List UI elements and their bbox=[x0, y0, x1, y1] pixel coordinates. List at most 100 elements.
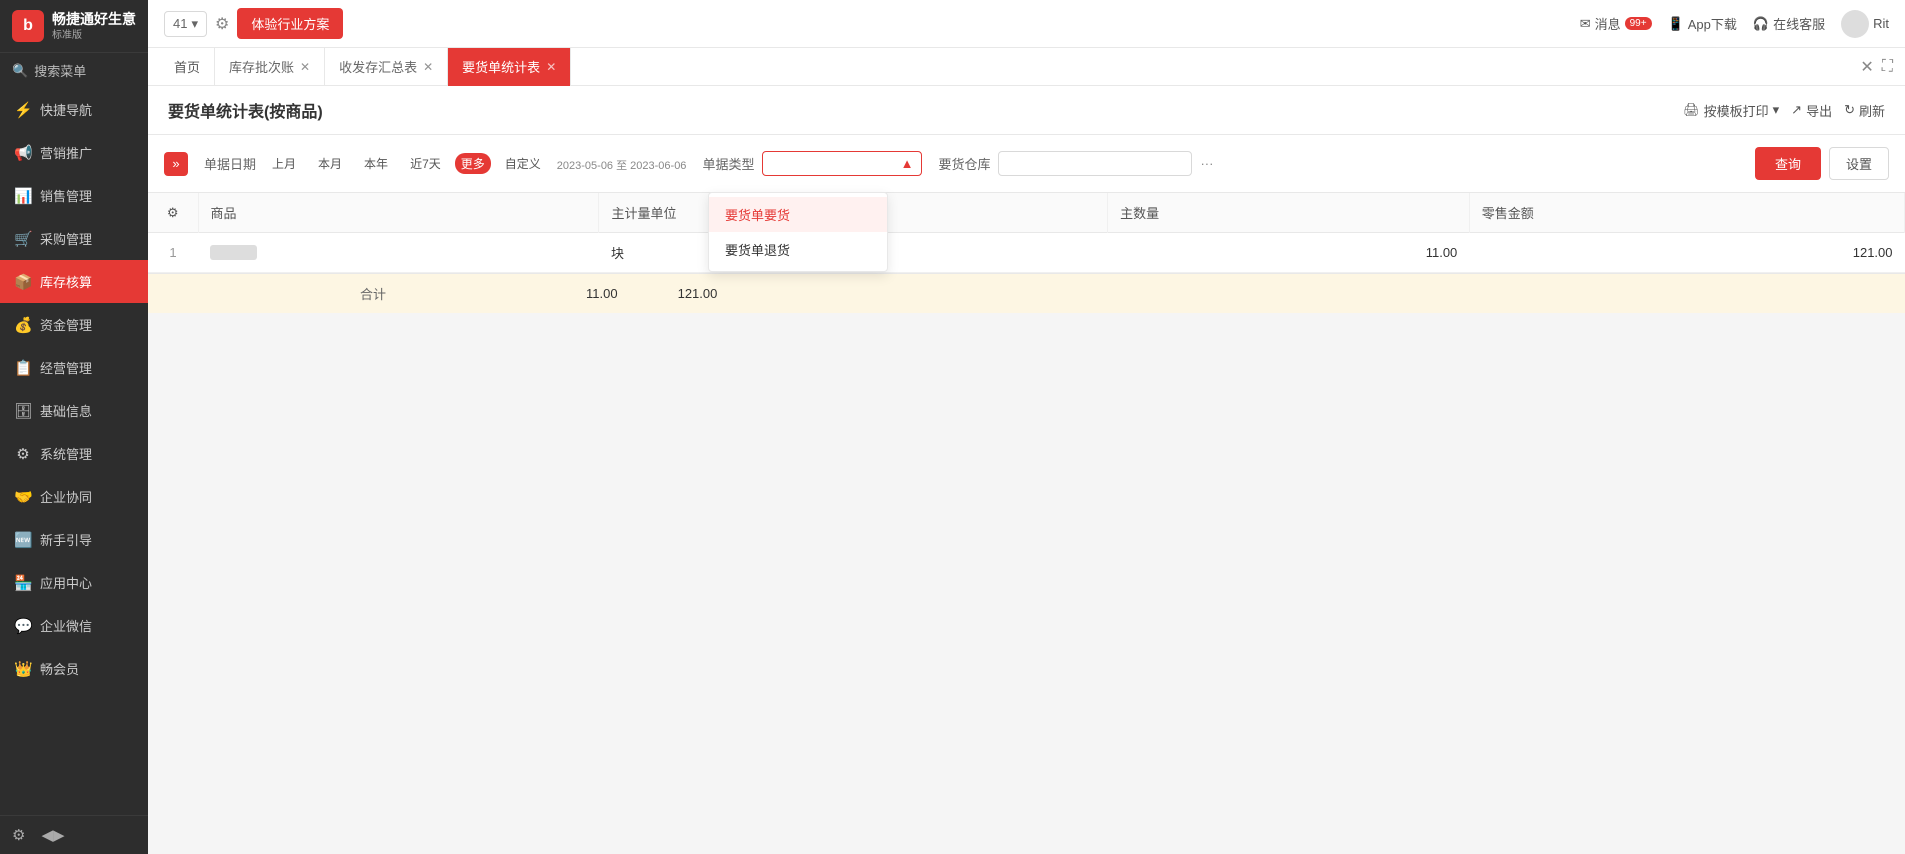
member-icon: 👑 bbox=[14, 660, 32, 678]
tabs-bar: 首页 库存批次账 ✕ 收发存汇总表 ✕ 要货单统计表 ✕ ✕ ⛶ bbox=[148, 48, 1905, 86]
sidebar: b 畅捷通好生意 标准版 🔍 搜索菜单 ⚡ 快捷导航 📢 营销推广 📊 销售管理… bbox=[0, 0, 148, 854]
sidebar-item-system[interactable]: ⚙ 系统管理 bbox=[0, 432, 148, 475]
sidebar-item-basic[interactable]: 🗄 基础信息 bbox=[0, 389, 148, 432]
sidebar-item-appstore[interactable]: 🏪 应用中心 bbox=[0, 561, 148, 604]
expand-icon: » bbox=[172, 156, 179, 171]
dropdown-item-order-return[interactable]: 要货单退货 bbox=[709, 232, 887, 267]
sidebar-item-sales[interactable]: 📊 销售管理 bbox=[0, 174, 148, 217]
company-selector[interactable]: 41 ▾ bbox=[164, 11, 207, 37]
col-product: 商品 bbox=[198, 193, 599, 233]
message-icon: ✉ bbox=[1580, 16, 1591, 32]
footer-label: 合计 bbox=[360, 284, 386, 303]
cell-product bbox=[198, 233, 599, 273]
footer-qty: 11.00 bbox=[586, 286, 618, 301]
date-range-text: 2023-05-06 至 2023-06-06 bbox=[557, 157, 687, 173]
user-item[interactable]: Rit bbox=[1841, 10, 1889, 38]
tabs-right: ✕ ⛶ bbox=[1860, 57, 1893, 77]
page-title: 要货单统计表(按商品) bbox=[168, 98, 323, 122]
settings-bottom-icon[interactable]: ⚙ bbox=[12, 826, 25, 844]
refresh-btn[interactable]: ↻ 刷新 bbox=[1844, 101, 1885, 120]
filter-bar: » 单据日期 上月 本月 本年 近7天 更多 自定义 2023-05-06 至 … bbox=[148, 135, 1905, 193]
tab-expand-icon[interactable]: ⛶ bbox=[1882, 58, 1893, 76]
tab-close-icon[interactable]: ✕ bbox=[300, 60, 310, 74]
print-template-btn[interactable]: 🖨 按模板打印 ▾ bbox=[1683, 101, 1779, 120]
col-qty: 主数量 bbox=[1108, 193, 1470, 233]
tab-inventory-batch[interactable]: 库存批次账 ✕ bbox=[215, 48, 325, 86]
app-download-item[interactable]: 📱 App下载 bbox=[1668, 14, 1737, 33]
date-btn-this-month[interactable]: 本月 bbox=[310, 153, 350, 174]
export-btn[interactable]: ↗ 导出 bbox=[1791, 101, 1832, 120]
avatar bbox=[1841, 10, 1869, 38]
export-icon: ↗ bbox=[1791, 102, 1802, 118]
cell-amount: 121.00 bbox=[1469, 233, 1904, 273]
date-btn-more[interactable]: 更多 bbox=[455, 153, 491, 174]
sales-icon: 📊 bbox=[14, 187, 32, 205]
logo-main: 畅捷通好生意 bbox=[52, 10, 136, 28]
sidebar-item-inventory[interactable]: 📦 库存核算 bbox=[0, 260, 148, 303]
sidebar-item-enterprise[interactable]: 🤝 企业协同 bbox=[0, 475, 148, 518]
wechat-icon: 💬 bbox=[14, 617, 32, 635]
service-icon: 🎧 bbox=[1753, 16, 1769, 32]
operations-icon: 📋 bbox=[14, 359, 32, 377]
tab-recv-summary[interactable]: 收发存汇总表 ✕ bbox=[325, 48, 448, 86]
sidebar-item-operations[interactable]: 📋 经营管理 bbox=[0, 346, 148, 389]
date-filter-group: 单据日期 上月 本月 本年 近7天 更多 自定义 2023-05-06 至 20… bbox=[204, 153, 686, 174]
sidebar-item-label: 基础信息 bbox=[40, 401, 92, 420]
messages-badge: 99+ bbox=[1625, 17, 1652, 30]
chevron-down-icon: ▾ bbox=[191, 16, 198, 32]
online-service-item[interactable]: 🎧 在线客服 bbox=[1753, 14, 1825, 33]
search-icon: 🔍 bbox=[12, 63, 28, 79]
sidebar-item-member[interactable]: 👑 畅会员 bbox=[0, 647, 148, 690]
tab-home[interactable]: 首页 bbox=[160, 48, 215, 86]
date-btn-7days[interactable]: 近7天 bbox=[402, 153, 449, 174]
sidebar-item-label: 应用中心 bbox=[40, 573, 92, 592]
sidebar-item-label: 系统管理 bbox=[40, 444, 92, 463]
col-settings[interactable]: ⚙ bbox=[148, 193, 198, 233]
industry-btn[interactable]: 体验行业方案 bbox=[237, 8, 343, 39]
date-btn-this-year[interactable]: 本年 bbox=[356, 153, 396, 174]
sidebar-item-label: 新手引导 bbox=[40, 530, 92, 549]
tab-order-summary[interactable]: 要货单统计表 ✕ bbox=[448, 48, 571, 86]
company-value: 41 bbox=[173, 16, 187, 31]
messages-item[interactable]: ✉ 消息 99+ bbox=[1580, 14, 1652, 33]
sidebar-search[interactable]: 🔍 搜索菜单 bbox=[0, 53, 148, 88]
chevron-down-icon: ▾ bbox=[1773, 102, 1780, 118]
print-icon: 🖨 bbox=[1683, 102, 1700, 118]
tab-close-all-icon[interactable]: ✕ bbox=[1860, 57, 1873, 77]
finance-icon: 💰 bbox=[14, 316, 32, 334]
tab-label: 库存批次账 bbox=[229, 57, 294, 76]
sidebar-item-guide[interactable]: 🆕 新手引导 bbox=[0, 518, 148, 561]
logo-sub: 标准版 bbox=[52, 29, 136, 42]
collapse-icon[interactable]: ◀▶ bbox=[41, 826, 64, 844]
sidebar-logo: b 畅捷通好生意 标准版 bbox=[0, 0, 148, 53]
date-btn-last-month[interactable]: 上月 bbox=[264, 153, 304, 174]
tab-close-icon[interactable]: ✕ bbox=[546, 60, 556, 74]
sidebar-search-label: 搜索菜单 bbox=[34, 61, 86, 80]
settings-icon: ⚙ bbox=[167, 205, 179, 220]
filter-expand-btn[interactable]: » bbox=[164, 152, 188, 176]
settings-btn[interactable]: 设置 bbox=[1829, 147, 1889, 180]
export-label: 导出 bbox=[1806, 101, 1832, 120]
topbar-settings-icon[interactable]: ⚙ bbox=[215, 14, 229, 34]
sidebar-item-finance[interactable]: 💰 资金管理 bbox=[0, 303, 148, 346]
query-btn[interactable]: 查询 bbox=[1755, 147, 1821, 180]
refresh-label: 刷新 bbox=[1859, 101, 1885, 120]
filter-more-icon[interactable]: ··· bbox=[1200, 156, 1213, 171]
warehouse-filter-group: 要货仓库 ··· bbox=[938, 151, 1213, 176]
type-select[interactable]: ▲ bbox=[762, 151, 922, 176]
main-content: 41 ▾ ⚙ 体验行业方案 ✉ 消息 99+ 📱 App下载 🎧 在线客服 R bbox=[148, 0, 1905, 854]
warehouse-input[interactable] bbox=[998, 151, 1192, 176]
enterprise-icon: 🤝 bbox=[14, 488, 32, 506]
sidebar-item-purchase[interactable]: 🛒 采购管理 bbox=[0, 217, 148, 260]
sidebar-item-quick-nav[interactable]: ⚡ 快捷导航 bbox=[0, 88, 148, 131]
messages-label: 消息 bbox=[1595, 14, 1621, 33]
type-dropdown: 要货单要货 要货单退货 bbox=[708, 192, 888, 272]
sidebar-item-marketing[interactable]: 📢 营销推广 bbox=[0, 131, 148, 174]
sidebar-item-wechat[interactable]: 💬 企业微信 bbox=[0, 604, 148, 647]
tab-close-icon[interactable]: ✕ bbox=[423, 60, 433, 74]
sidebar-item-label: 快捷导航 bbox=[40, 100, 92, 119]
dropdown-item-order-purchase[interactable]: 要货单要货 bbox=[709, 197, 887, 232]
date-btn-custom[interactable]: 自定义 bbox=[497, 153, 549, 174]
basic-icon: 🗄 bbox=[14, 402, 32, 420]
filter-actions: 查询 设置 bbox=[1755, 147, 1889, 180]
